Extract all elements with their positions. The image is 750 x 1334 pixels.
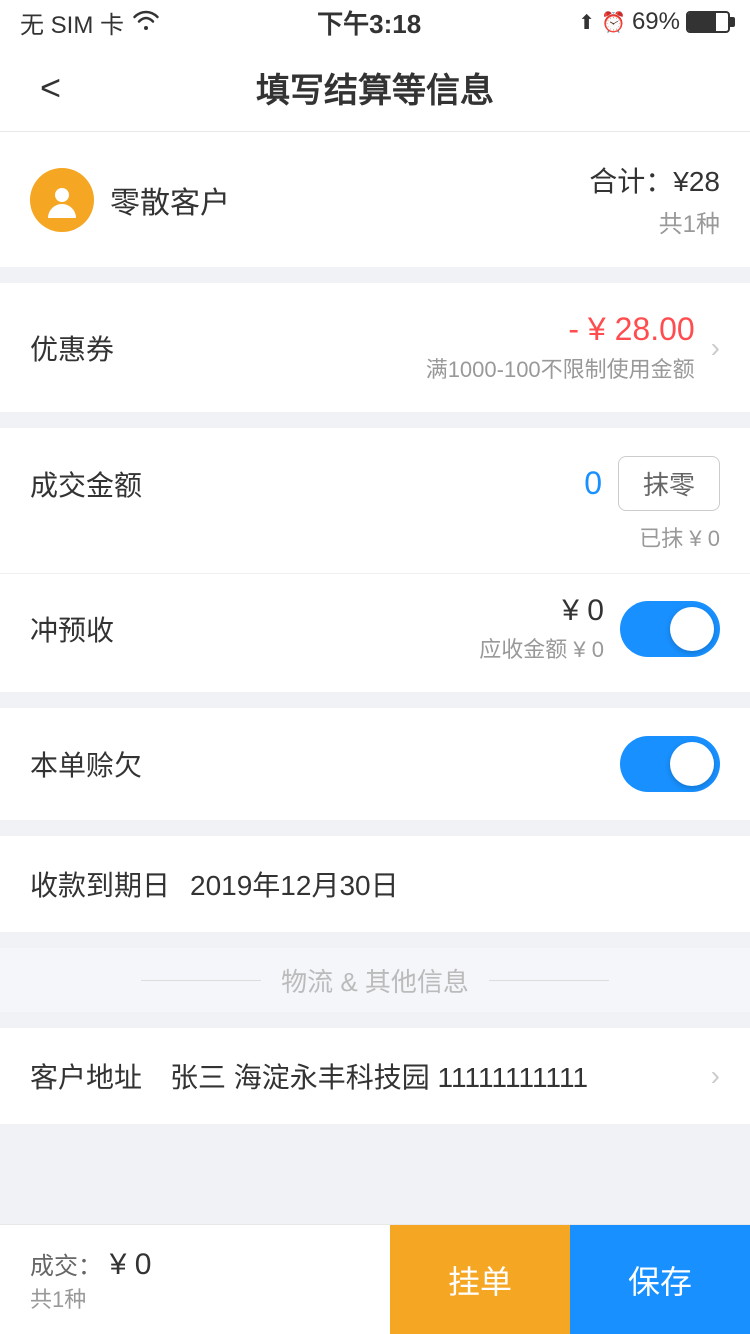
bottom-deal-label: 成交： — [30, 1253, 102, 1280]
status-left: 无 SIM 卡 — [20, 5, 160, 40]
page-title: 填写结算等信息 — [256, 63, 494, 112]
prepay-row: 冲预收 ¥ 0 应收金额 ¥ 0 — [0, 573, 750, 692]
divider-section: 物流 & 其他信息 — [0, 948, 750, 1012]
coupon-discount: - ¥ 28.00 — [426, 311, 695, 348]
coupon-row[interactable]: 优惠券 - ¥ 28.00 满1000-100不限制使用金额 › — [0, 283, 750, 412]
customer-summary: 合计：¥28 共1种 — [589, 160, 720, 239]
status-time: 下午3:18 — [317, 4, 421, 41]
customer-left: 零散客户 — [30, 168, 230, 232]
status-bar: 无 SIM 卡 下午3:18 ⬆ ⏰ 69% — [0, 0, 750, 44]
deal-amount-row: 成交金额 0 抹零 — [0, 428, 750, 521]
deal-amount-value: 0 — [584, 465, 602, 502]
round-button[interactable]: 抹零 — [618, 456, 720, 511]
coupon-label: 优惠券 — [30, 328, 114, 368]
due-date-value: 2019年12月30日 — [190, 864, 399, 904]
deal-amount-label: 成交金额 — [30, 464, 142, 504]
divider-text: 物流 & 其他信息 — [281, 962, 469, 999]
prepay-amount: ¥ 0 — [479, 594, 604, 628]
prepay-sub: 应收金额 ¥ 0 — [479, 632, 604, 664]
customer-name: 零散客户 — [110, 178, 230, 222]
deal-sub-text: 已抹 ¥ 0 — [0, 521, 750, 573]
address-section[interactable]: 客户地址 张三 海淀永丰科技园 11111111111 › — [0, 1028, 750, 1124]
bottom-bar: 成交： ¥ 0 共1种 挂单 保存 — [0, 1224, 750, 1334]
credit-section: 本单赊欠 — [0, 708, 750, 820]
hang-button[interactable]: 挂单 — [390, 1225, 570, 1334]
coupon-value: - ¥ 28.00 满1000-100不限制使用金额 — [426, 311, 695, 384]
battery-icon — [686, 11, 730, 33]
total-amount: 合计：¥28 — [589, 160, 720, 200]
credit-label: 本单赊欠 — [30, 744, 142, 784]
due-date-section: 收款到期日 2019年12月30日 — [0, 836, 750, 932]
prepay-right: ¥ 0 应收金额 ¥ 0 — [479, 594, 720, 664]
bottom-deal-count: 共1种 — [30, 1282, 360, 1314]
coupon-section: 优惠券 - ¥ 28.00 满1000-100不限制使用金额 › — [0, 283, 750, 412]
bottom-deal-amount: ¥ 0 — [110, 1248, 152, 1281]
address-label: 客户地址 — [30, 1056, 150, 1096]
customer-row: 零散客户 合计：¥28 共1种 — [0, 132, 750, 267]
save-button[interactable]: 保存 — [570, 1225, 750, 1334]
wifi-icon — [132, 8, 160, 37]
back-button[interactable]: < — [30, 57, 71, 119]
content: 零散客户 合计：¥28 共1种 优惠券 - ¥ 28.00 满1000-100不… — [0, 132, 750, 1260]
alarm-icon: ⏰ — [601, 10, 626, 35]
no-sim-text: 无 SIM 卡 — [20, 5, 124, 40]
coupon-right: - ¥ 28.00 满1000-100不限制使用金额 › — [426, 311, 720, 384]
deal-amount-section: 成交金额 0 抹零 已抹 ¥ 0 冲预收 ¥ 0 应收金额 ¥ 0 — [0, 428, 750, 692]
total-count: 共1种 — [589, 204, 720, 239]
due-date-label: 收款到期日 — [30, 864, 170, 904]
nav-bar: < 填写结算等信息 — [0, 44, 750, 132]
address-value: 张三 海淀永丰科技园 11111111111 — [170, 1056, 711, 1096]
status-right: ⬆ ⏰ 69% — [578, 8, 730, 36]
due-date-content: 收款到期日 2019年12月30日 — [30, 864, 720, 904]
prepay-label: 冲预收 — [30, 609, 114, 649]
address-chevron: › — [711, 1060, 720, 1092]
bottom-deal-info: 成交： ¥ 0 共1种 — [0, 1246, 390, 1314]
bottom-deal-row: 成交： ¥ 0 — [30, 1246, 360, 1282]
prepay-value-block: ¥ 0 应收金额 ¥ 0 — [479, 594, 604, 664]
divider-label: 物流 & 其他信息 — [141, 962, 609, 999]
coupon-chevron: › — [711, 332, 720, 364]
battery-percent: 69% — [632, 8, 680, 36]
prepay-toggle[interactable] — [620, 601, 720, 657]
coupon-desc: 满1000-100不限制使用金额 — [426, 352, 695, 384]
divider-line-right — [489, 980, 609, 981]
location-icon: ⬆ — [578, 10, 595, 35]
credit-toggle[interactable] — [620, 736, 720, 792]
customer-avatar — [30, 168, 94, 232]
divider-line-left — [141, 980, 261, 981]
deal-amount-right: 0 抹零 — [584, 456, 720, 511]
